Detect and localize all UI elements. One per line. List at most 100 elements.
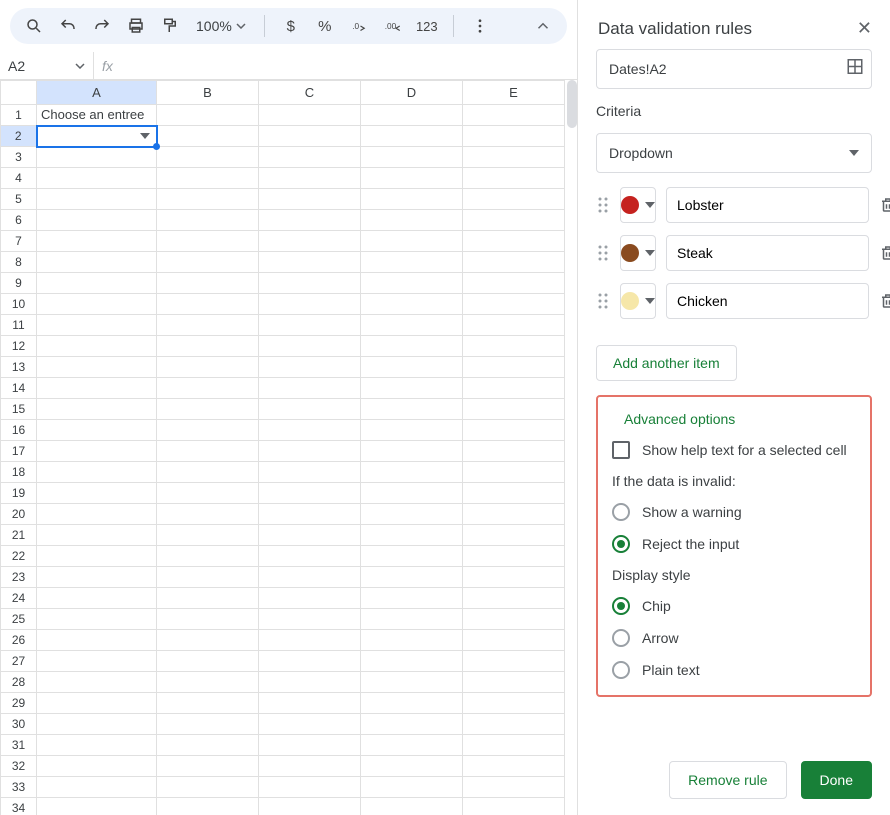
row-header[interactable]: 8 [1, 252, 37, 273]
row-header[interactable]: 7 [1, 231, 37, 252]
cell[interactable] [361, 231, 463, 252]
row-header[interactable]: 26 [1, 630, 37, 651]
cell[interactable] [259, 231, 361, 252]
cell[interactable] [361, 126, 463, 147]
cell[interactable] [37, 672, 157, 693]
cell[interactable] [463, 798, 565, 815]
row-header[interactable]: 15 [1, 399, 37, 420]
done-button[interactable]: Done [801, 761, 872, 799]
cell[interactable] [463, 315, 565, 336]
cell[interactable] [361, 630, 463, 651]
cell[interactable] [361, 693, 463, 714]
cell[interactable] [157, 777, 259, 798]
cell[interactable] [463, 231, 565, 252]
help-text-checkbox-row[interactable]: Show help text for a selected cell [612, 441, 856, 459]
cell[interactable] [37, 609, 157, 630]
cell[interactable] [157, 273, 259, 294]
cell[interactable] [259, 798, 361, 815]
cell[interactable] [259, 546, 361, 567]
cell[interactable] [157, 609, 259, 630]
cell[interactable] [37, 651, 157, 672]
cell[interactable] [157, 798, 259, 815]
radio-unchecked-icon[interactable] [612, 661, 630, 679]
cell[interactable] [37, 252, 157, 273]
cell[interactable] [157, 126, 259, 147]
row-header[interactable]: 3 [1, 147, 37, 168]
cell[interactable] [157, 756, 259, 777]
cell[interactable] [259, 609, 361, 630]
row-header[interactable]: 5 [1, 189, 37, 210]
cell[interactable] [37, 147, 157, 168]
cell[interactable] [259, 315, 361, 336]
cell[interactable] [259, 147, 361, 168]
cell[interactable] [463, 504, 565, 525]
cell[interactable] [361, 567, 463, 588]
cell[interactable] [361, 168, 463, 189]
row-header[interactable]: 22 [1, 546, 37, 567]
radio-unchecked-icon[interactable] [612, 629, 630, 647]
cell[interactable] [463, 126, 565, 147]
cell[interactable] [37, 189, 157, 210]
row-header[interactable]: 14 [1, 378, 37, 399]
cell[interactable] [157, 693, 259, 714]
cell[interactable] [37, 588, 157, 609]
cell[interactable] [259, 210, 361, 231]
cell[interactable] [259, 693, 361, 714]
range-input[interactable] [596, 49, 872, 89]
cell[interactable] [259, 525, 361, 546]
cell[interactable] [463, 651, 565, 672]
cell[interactable] [361, 357, 463, 378]
paint-format-icon[interactable] [156, 12, 184, 40]
cell[interactable] [157, 336, 259, 357]
cell[interactable] [37, 294, 157, 315]
cell[interactable] [361, 210, 463, 231]
row-header[interactable]: 32 [1, 756, 37, 777]
item-color-picker[interactable] [620, 235, 656, 271]
cell[interactable] [157, 420, 259, 441]
cell[interactable] [463, 567, 565, 588]
cell[interactable] [259, 756, 361, 777]
cell[interactable] [37, 399, 157, 420]
cell[interactable] [37, 504, 157, 525]
cell[interactable] [37, 798, 157, 815]
item-value-input[interactable] [666, 283, 869, 319]
cell[interactable] [463, 588, 565, 609]
cell[interactable] [361, 147, 463, 168]
cell[interactable] [157, 462, 259, 483]
cell[interactable] [361, 756, 463, 777]
cell[interactable] [259, 588, 361, 609]
row-header[interactable]: 1 [1, 105, 37, 126]
undo-icon[interactable] [54, 12, 82, 40]
cell[interactable] [37, 336, 157, 357]
cell[interactable] [463, 357, 565, 378]
cell[interactable] [37, 462, 157, 483]
cell[interactable] [463, 630, 565, 651]
cell[interactable] [37, 777, 157, 798]
row-header[interactable]: 2 [1, 126, 37, 147]
radio-checked-icon[interactable] [612, 597, 630, 615]
cell[interactable] [37, 483, 157, 504]
cell[interactable] [157, 189, 259, 210]
cell[interactable] [37, 315, 157, 336]
cell[interactable] [259, 105, 361, 126]
cell[interactable] [259, 378, 361, 399]
cell[interactable] [157, 672, 259, 693]
close-icon[interactable]: ✕ [857, 18, 872, 39]
more-icon[interactable] [466, 12, 494, 40]
row-header[interactable]: 20 [1, 504, 37, 525]
cell[interactable]: Choose an entree [37, 105, 157, 126]
row-header[interactable]: 34 [1, 798, 37, 815]
cell[interactable] [361, 315, 463, 336]
cell[interactable] [157, 651, 259, 672]
cell[interactable] [259, 252, 361, 273]
cell[interactable] [157, 525, 259, 546]
name-box[interactable]: A2 [0, 52, 94, 79]
cell[interactable] [259, 273, 361, 294]
row-header[interactable]: 18 [1, 462, 37, 483]
cell[interactable] [361, 105, 463, 126]
item-color-picker[interactable] [620, 283, 656, 319]
cell[interactable] [463, 273, 565, 294]
criteria-select[interactable]: Dropdown [596, 133, 872, 173]
drag-handle-icon[interactable] [596, 196, 610, 214]
cell[interactable] [361, 525, 463, 546]
